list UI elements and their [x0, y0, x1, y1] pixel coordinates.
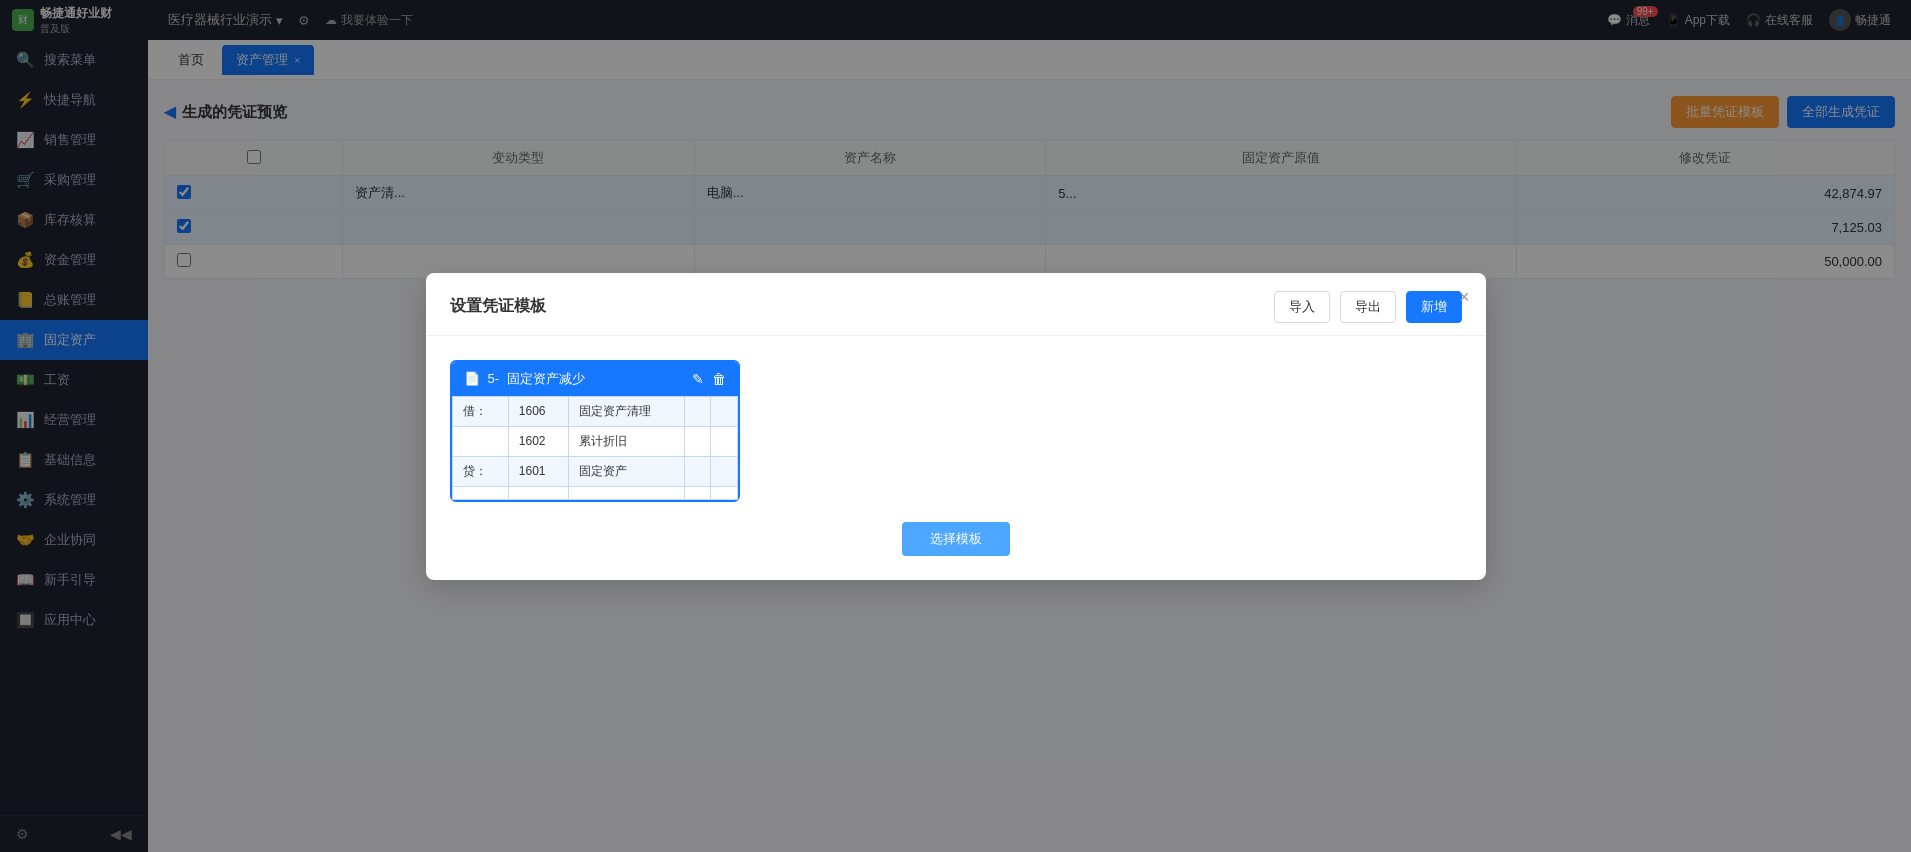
entry-type-3: 贷：	[452, 456, 508, 486]
select-template-button[interactable]: 选择模板	[902, 522, 1010, 556]
edit-template-icon[interactable]: ✎	[692, 371, 704, 387]
modal-overlay: 设置凭证模板 导入 导出 新增 × 📄 5- 固定资产减少 ✎ 🗑	[0, 0, 1911, 852]
template-doc-icon: 📄	[464, 371, 480, 386]
entry-code-3: 1601	[508, 456, 568, 486]
entry-debit-3	[684, 456, 710, 486]
entry-account-3: 固定资产	[568, 456, 684, 486]
voucher-template-modal: 设置凭证模板 导入 导出 新增 × 📄 5- 固定资产减少 ✎ 🗑	[426, 273, 1486, 580]
modal-close-button[interactable]: ×	[1459, 287, 1470, 308]
entry-account-1: 固定资产清理	[568, 396, 684, 426]
entry-debit-1	[684, 396, 710, 426]
entry-debit-2	[684, 426, 710, 456]
template-entry-row: 1602 累计折旧	[452, 426, 737, 456]
template-card-header: 📄 5- 固定资产减少 ✎ 🗑	[452, 362, 738, 396]
template-card-title: 📄 5- 固定资产减少	[464, 370, 586, 388]
template-entry-row: 借： 1606 固定资产清理	[452, 396, 737, 426]
export-button[interactable]: 导出	[1340, 291, 1396, 323]
template-entry-row	[452, 486, 737, 499]
entry-type-1: 借：	[452, 396, 508, 426]
entry-code-4	[508, 486, 568, 499]
modal-header: 设置凭证模板 导入 导出 新增 ×	[426, 273, 1486, 336]
entry-code-2: 1602	[508, 426, 568, 456]
entry-credit-4	[711, 486, 737, 499]
entry-type-4	[452, 486, 508, 499]
entry-account-4	[568, 486, 684, 499]
template-card-actions: ✎ 🗑	[692, 371, 726, 387]
template-id: 5-	[488, 371, 500, 386]
entry-debit-4	[684, 486, 710, 499]
new-template-button[interactable]: 新增	[1406, 291, 1462, 323]
entry-code-1: 1606	[508, 396, 568, 426]
entry-credit-2	[711, 426, 737, 456]
entry-account-2: 累计折旧	[568, 426, 684, 456]
template-card: 📄 5- 固定资产减少 ✎ 🗑 借： 1606 固定资产清理	[450, 360, 740, 502]
entry-credit-3	[711, 456, 737, 486]
import-button[interactable]: 导入	[1274, 291, 1330, 323]
modal-body: 📄 5- 固定资产减少 ✎ 🗑 借： 1606 固定资产清理	[426, 336, 1486, 580]
entry-type-2	[452, 426, 508, 456]
delete-template-icon[interactable]: 🗑	[712, 371, 726, 387]
template-name: 固定资产减少	[507, 370, 585, 388]
template-entry-row: 贷： 1601 固定资产	[452, 456, 737, 486]
modal-header-actions: 导入 导出 新增	[1274, 291, 1462, 323]
entry-credit-1	[711, 396, 737, 426]
modal-title: 设置凭证模板	[450, 296, 546, 317]
template-entries-table: 借： 1606 固定资产清理 1602 累计折旧	[452, 396, 738, 500]
